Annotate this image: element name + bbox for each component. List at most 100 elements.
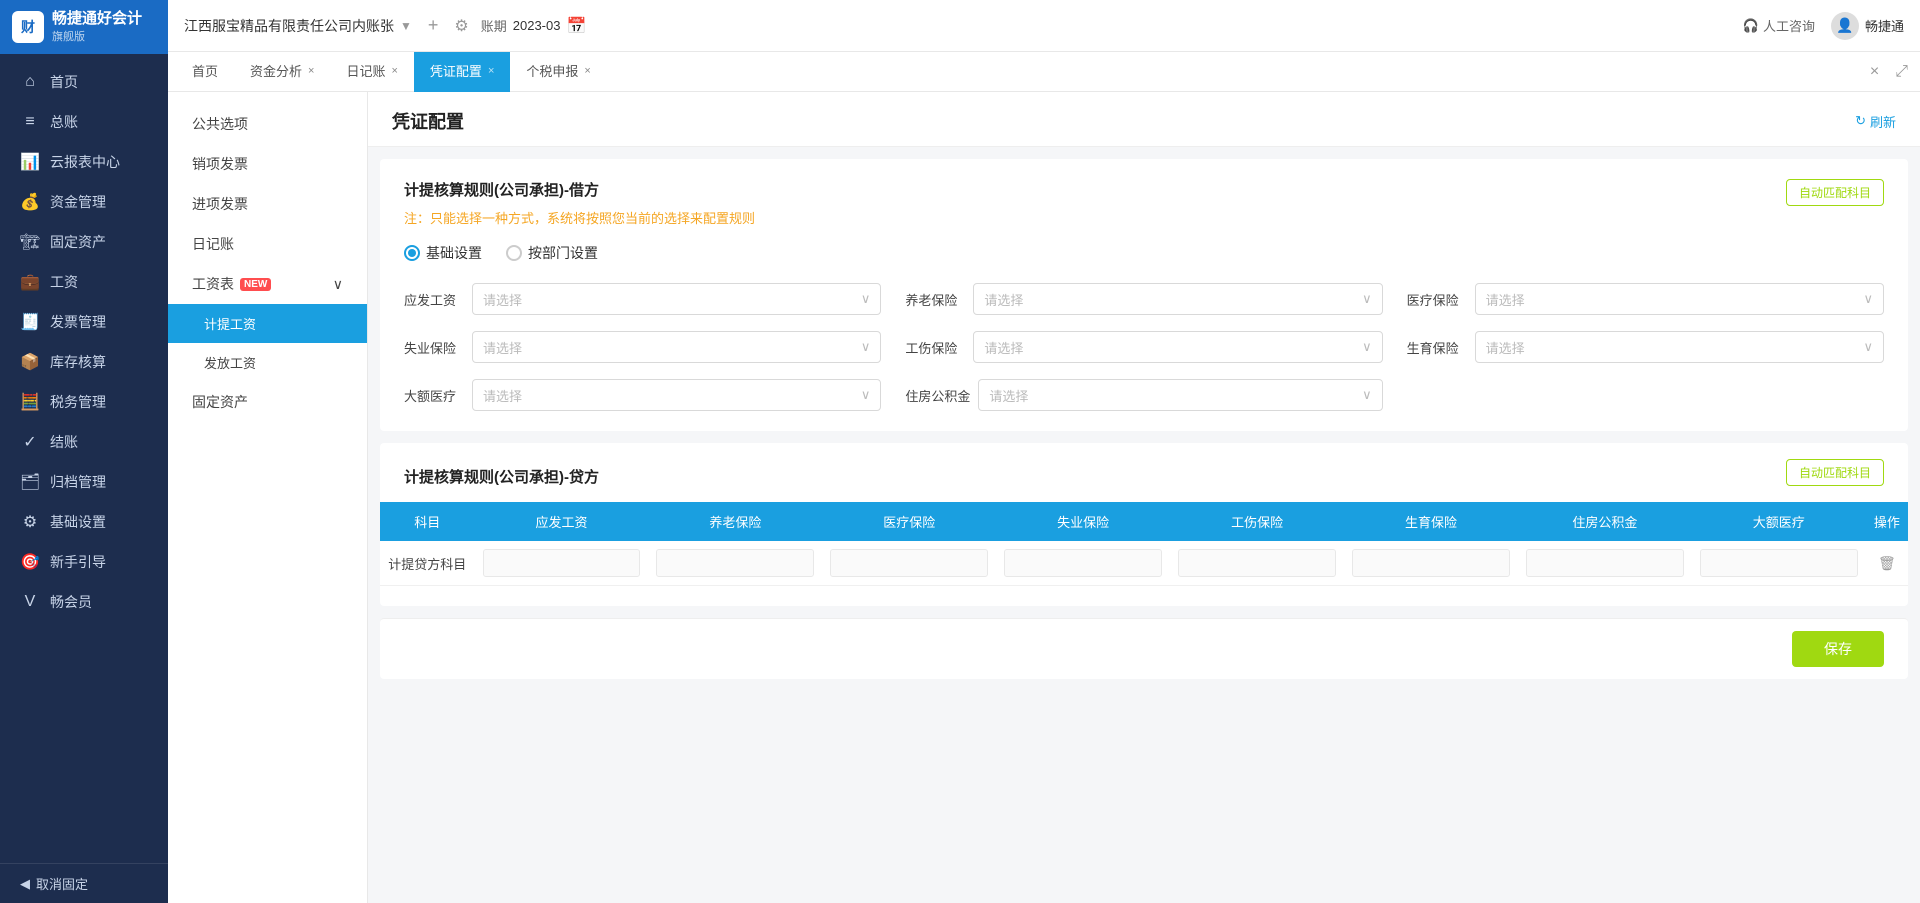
credit-header: 计提核算规则(公司承担)-贷方 自动匹配科目	[380, 443, 1908, 502]
tab-home[interactable]: 首页	[176, 52, 234, 92]
radio-basic-label: 基础设置	[426, 243, 482, 263]
sidebar-item-home[interactable]: ⌂ 首页	[0, 62, 168, 102]
select-gongshang[interactable]: 请选择 ∨	[973, 331, 1382, 363]
select-gjj[interactable]: 请选择 ∨	[978, 379, 1382, 411]
expand-arrow-icon: ∨	[333, 276, 343, 293]
page-content: 凭证配置 ↻ 刷新 计提核算规则(公司承担)-借方 注：只能选择一种方式，系统将…	[368, 92, 1920, 903]
refresh-button[interactable]: ↻ 刷新	[1855, 112, 1896, 131]
left-nav-accrual[interactable]: 计提工资	[168, 304, 367, 343]
sidebar-item-label: 库存核算	[50, 352, 106, 372]
guide-icon: 🎯	[20, 552, 40, 572]
label-shiye: 失业保险	[404, 338, 464, 357]
table-header-row: 科目 应发工资 养老保险 医疗保险 失业保险 工伤保险 生育保险 住房公积金 大…	[380, 502, 1908, 541]
select-yiliao[interactable]: 请选择 ∨	[1475, 283, 1884, 315]
tab-tax-close[interactable]: ×	[584, 65, 590, 77]
left-nav-journal[interactable]: 日记账	[168, 224, 367, 264]
left-nav-sales-label: 销项发票	[192, 154, 248, 174]
tab-voucher-close[interactable]: ×	[488, 65, 494, 77]
tab-funds-close[interactable]: ×	[308, 65, 314, 77]
left-nav-payroll-table[interactable]: 工资表 NEW ∨	[168, 264, 367, 304]
delete-row-button[interactable]: 🗑	[1878, 555, 1896, 571]
user-menu[interactable]: 👤 畅捷通	[1831, 12, 1904, 40]
payroll-group: 工资表 NEW ∨	[192, 274, 343, 294]
sidebar-item-invoice[interactable]: 🧾 发票管理	[0, 302, 168, 342]
th-dae: 大额医疗	[1692, 502, 1866, 541]
sidebar-unpin-button[interactable]: ◀ 取消固定	[0, 863, 168, 903]
label-yifa: 应发工资	[404, 290, 464, 309]
table-row: 计提贷方科目	[380, 541, 1908, 586]
tab-voucher-config[interactable]: 凭证配置 ×	[414, 52, 510, 92]
sidebar-item-assets[interactable]: 🏗 固定资产	[0, 222, 168, 262]
input-credit-yifa[interactable]	[483, 549, 641, 577]
sidebar-item-label: 总账	[50, 112, 78, 132]
settings-gear-icon[interactable]: ⚙	[454, 16, 468, 36]
left-nav-sales-invoice[interactable]: 销项发票	[168, 144, 367, 184]
input-credit-shengyu[interactable]	[1352, 549, 1510, 577]
sidebar-item-tax[interactable]: 🧮 税务管理	[0, 382, 168, 422]
select-shiye[interactable]: 请选择 ∨	[472, 331, 881, 363]
logo-sub: 旗舰版	[52, 28, 142, 44]
sidebar-item-settings[interactable]: ⚙ 基础设置	[0, 502, 168, 542]
company-selector[interactable]: 江西服宝精品有限责任公司内账张 ▼	[184, 16, 412, 36]
sidebar-logo[interactable]: 财 畅捷通好会计 旗舰版	[0, 0, 168, 54]
tab-tax[interactable]: 个税申报 ×	[510, 52, 606, 92]
tab-journal-close[interactable]: ×	[391, 65, 397, 77]
new-badge: NEW	[240, 278, 271, 291]
logo-icon: 财	[12, 11, 44, 43]
home-icon: ⌂	[20, 73, 40, 91]
sidebar-item-guide[interactable]: 🎯 新手引导	[0, 542, 168, 582]
left-nav-public[interactable]: 公共选项	[168, 104, 367, 144]
sidebar-item-inventory[interactable]: 📦 库存核算	[0, 342, 168, 382]
tab-journal[interactable]: 日记账 ×	[330, 52, 413, 92]
select-yifa[interactable]: 请选择 ∨	[472, 283, 881, 315]
left-nav-fixed-assets[interactable]: 固定资产	[168, 382, 367, 422]
left-nav-purchase-invoice[interactable]: 进项发票	[168, 184, 367, 224]
input-credit-shiye[interactable]	[1004, 549, 1162, 577]
select-shengyu[interactable]: 请选择 ∨	[1475, 331, 1884, 363]
left-nav-pay-salary[interactable]: 发放工资	[168, 343, 367, 382]
tab-voucher-label: 凭证配置	[430, 61, 482, 80]
tab-home-label: 首页	[192, 61, 218, 80]
form-row-shiye: 失业保险 请选择 ∨	[404, 331, 881, 363]
left-nav-assets-label: 固定资产	[192, 392, 248, 412]
sidebar-item-salary[interactable]: 💼 工资	[0, 262, 168, 302]
tab-funds[interactable]: 资金分析 ×	[234, 52, 330, 92]
input-credit-dae[interactable]	[1700, 549, 1858, 577]
input-credit-yiliao[interactable]	[830, 549, 988, 577]
sidebar-item-label: 固定资产	[50, 232, 106, 252]
user-name: 畅捷通	[1865, 16, 1904, 35]
radio-dept[interactable]: 按部门设置	[506, 243, 598, 263]
expand-button[interactable]: ⤢	[1891, 59, 1912, 85]
select-dae[interactable]: 请选择 ∨	[472, 379, 881, 411]
debit-auto-match-button[interactable]: 自动匹配科目	[1786, 179, 1884, 206]
close-all-tabs-button[interactable]: ×	[1866, 59, 1883, 85]
sidebar-item-reports[interactable]: 📊 云报表中心	[0, 142, 168, 182]
sidebar-item-funds[interactable]: 💰 资金管理	[0, 182, 168, 222]
input-credit-yanglao[interactable]	[656, 549, 814, 577]
period-label: 账期	[481, 16, 507, 35]
th-yanglao: 养老保险	[648, 502, 822, 541]
calendar-icon[interactable]: 📅	[566, 16, 586, 36]
debit-section-title: 计提核算规则(公司承担)-借方	[404, 179, 755, 200]
input-credit-gongshang[interactable]	[1178, 549, 1336, 577]
td-dae-input-cell	[1692, 541, 1866, 586]
credit-auto-match-button[interactable]: 自动匹配科目	[1786, 459, 1884, 486]
sidebar-item-close[interactable]: ✓ 结账	[0, 422, 168, 462]
vip-icon: V	[20, 593, 40, 611]
select-yanglao[interactable]: 请选择 ∨	[973, 283, 1382, 315]
sidebar-item-label: 发票管理	[50, 312, 106, 332]
chevron-down-icon: ∨	[1362, 339, 1372, 355]
credit-table-wrap: 科目 应发工资 养老保险 医疗保险 失业保险 工伤保险 生育保险 住房公积金 大…	[380, 502, 1908, 586]
page-footer: 保存	[380, 618, 1908, 679]
input-credit-gjj[interactable]	[1526, 549, 1684, 577]
sidebar-item-ledger[interactable]: ≡ 总账	[0, 102, 168, 142]
select-gongshang-placeholder: 请选择	[984, 338, 1023, 357]
th-action: 操作	[1866, 502, 1908, 541]
save-button[interactable]: 保存	[1792, 631, 1884, 667]
chevron-down-icon: ∨	[1362, 387, 1372, 403]
service-button[interactable]: 🎧 人工咨询	[1743, 16, 1815, 35]
sidebar-item-archive[interactable]: 🗂 归档管理	[0, 462, 168, 502]
radio-basic[interactable]: 基础设置	[404, 243, 482, 263]
sidebar-item-vip[interactable]: V 畅会员	[0, 582, 168, 622]
add-company-button[interactable]: +	[424, 15, 443, 36]
